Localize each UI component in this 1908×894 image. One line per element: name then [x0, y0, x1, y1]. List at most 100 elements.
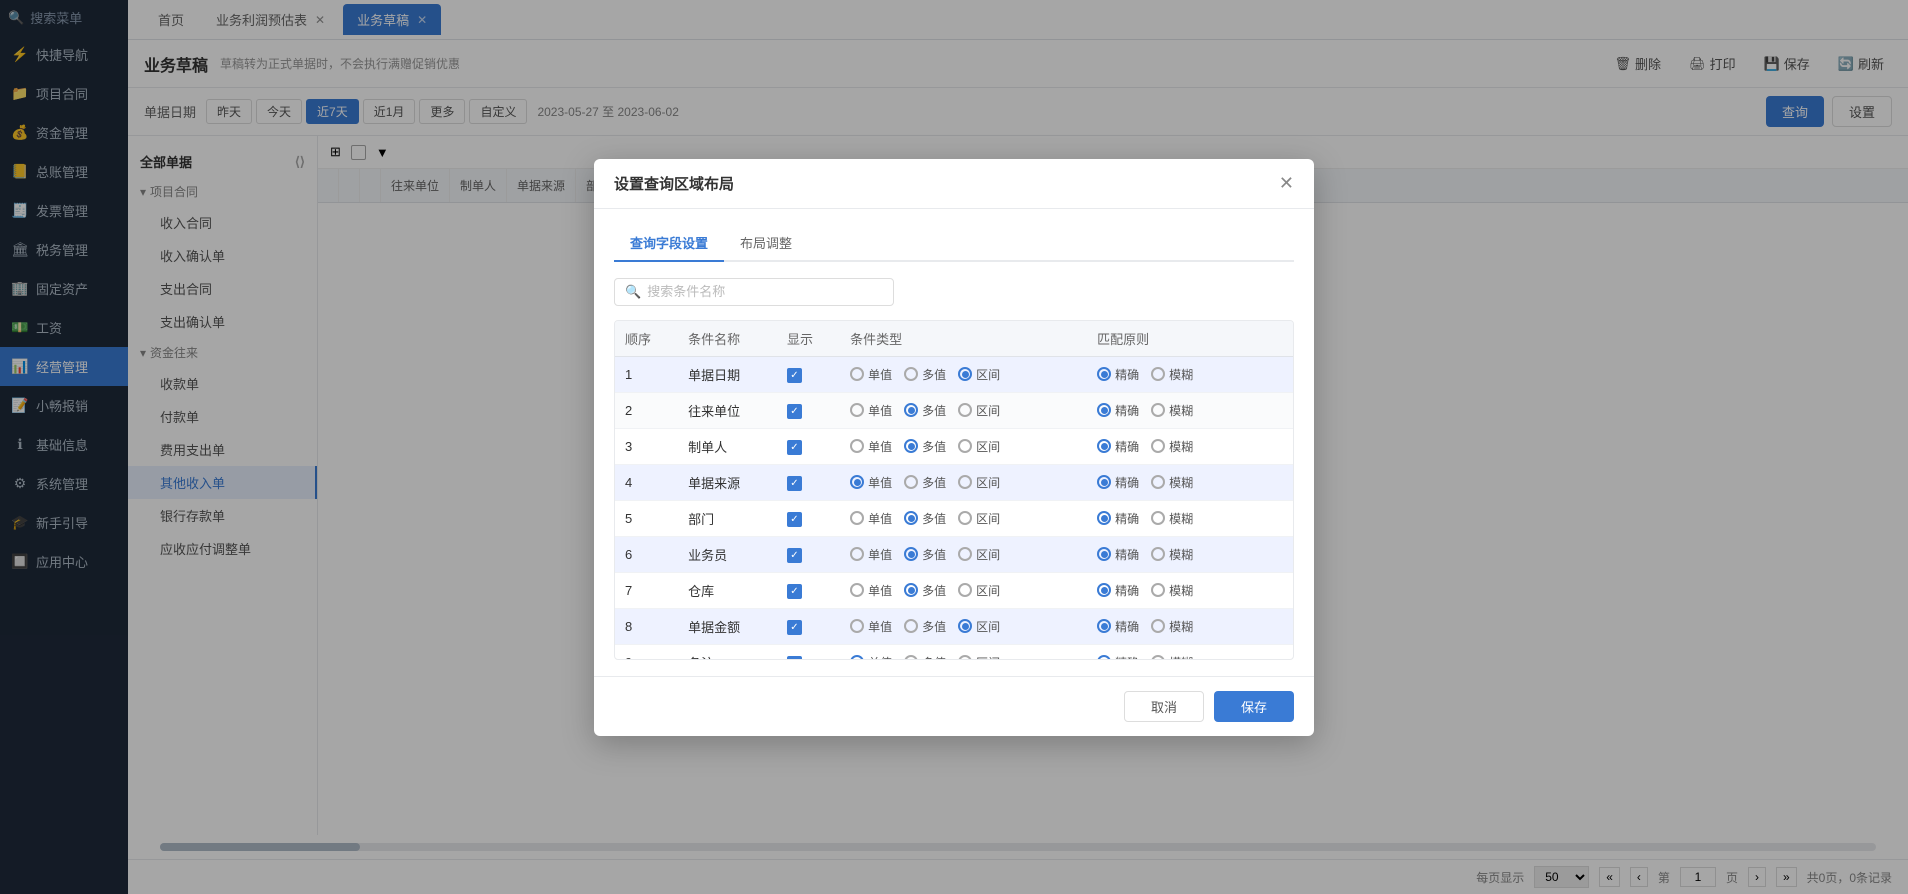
row-show-checkbox[interactable]: ✓	[787, 440, 802, 455]
radio-match-模糊[interactable]: 模糊	[1151, 366, 1193, 383]
modal-table-row: 4单据来源 ✓ 单值多值区间 精确模糊	[615, 464, 1293, 500]
radio-type-多值[interactable]: 多值	[904, 474, 946, 491]
radio-match-精确[interactable]: 精确	[1097, 366, 1139, 383]
radio-match-精确[interactable]: 精确	[1097, 510, 1139, 527]
row-show-cell: ✓	[777, 608, 840, 644]
radio-type-多值[interactable]: 多值	[904, 582, 946, 599]
row-match-cell: 精确模糊	[1087, 356, 1293, 392]
row-type-cell: 单值多值区间	[840, 608, 1087, 644]
row-condition-name: 备注	[678, 644, 777, 660]
radio-type-区间[interactable]: 区间	[958, 474, 1000, 491]
radio-type-区间[interactable]: 区间	[958, 510, 1000, 527]
row-type-cell: 单值多值区间	[840, 428, 1087, 464]
modal-save-button[interactable]: 保存	[1214, 691, 1294, 722]
row-order: 6	[615, 536, 678, 572]
radio-type-单值[interactable]: 单值	[850, 582, 892, 599]
row-show-checkbox[interactable]: ✓	[787, 512, 802, 527]
modal-th-显示: 显示	[777, 321, 840, 357]
modal-table-row: 2往来单位✓单值多值区间精确模糊	[615, 392, 1293, 428]
modal-close-button[interactable]: ✕	[1279, 174, 1294, 192]
row-show-checkbox[interactable]: ✓	[787, 368, 802, 383]
row-match-cell: 精确模糊	[1087, 500, 1293, 536]
modal-tab-layout[interactable]: 布局调整	[724, 225, 808, 262]
modal-table-row: 3制单人✓单值多值区间精确模糊	[615, 428, 1293, 464]
row-match-cell: 精确模糊	[1087, 464, 1293, 500]
radio-type-单值[interactable]: 单值	[850, 654, 892, 660]
radio-type-多值[interactable]: 多值	[904, 654, 946, 660]
radio-match-精确[interactable]: 精确	[1097, 438, 1139, 455]
modal-cancel-button[interactable]: 取消	[1124, 691, 1204, 722]
row-show-cell: ✓	[777, 464, 840, 500]
row-show-cell: ✓	[777, 644, 840, 660]
radio-type-单值[interactable]: 单值	[850, 366, 892, 383]
radio-match-模糊[interactable]: 模糊	[1151, 474, 1193, 491]
modal-footer: 取消 保存	[594, 676, 1314, 736]
radio-match-模糊[interactable]: 模糊	[1151, 546, 1193, 563]
row-condition-name: 单据日期	[678, 356, 777, 392]
radio-type-多值[interactable]: 多值	[904, 438, 946, 455]
radio-match-模糊[interactable]: 模糊	[1151, 618, 1193, 635]
modal-tabs: 查询字段设置布局调整	[614, 225, 1294, 262]
radio-match-精确[interactable]: 精确	[1097, 546, 1139, 563]
row-order: 4	[615, 464, 678, 500]
row-condition-name: 单据来源	[678, 464, 777, 500]
radio-type-区间[interactable]: 区间	[958, 654, 1000, 660]
row-show-cell: ✓	[777, 500, 840, 536]
radio-type-多值[interactable]: 多值	[904, 402, 946, 419]
radio-type-区间[interactable]: 区间	[958, 402, 1000, 419]
row-order: 2	[615, 392, 678, 428]
row-show-checkbox[interactable]: ✓	[787, 548, 802, 563]
row-show-checkbox[interactable]: ✓	[787, 584, 802, 599]
radio-match-模糊[interactable]: 模糊	[1151, 438, 1193, 455]
row-condition-name: 仓库	[678, 572, 777, 608]
row-show-checkbox[interactable]: ✓	[787, 656, 802, 660]
radio-type-区间[interactable]: 区间	[958, 438, 1000, 455]
row-condition-name: 业务员	[678, 536, 777, 572]
modal-table-row: 7仓库✓单值多值区间精确模糊	[615, 572, 1293, 608]
modal-search-input[interactable]	[647, 284, 867, 299]
modal-tab-fields[interactable]: 查询字段设置	[614, 225, 724, 262]
radio-type-区间[interactable]: 区间	[958, 546, 1000, 563]
radio-type-区间[interactable]: 区间	[958, 366, 1000, 383]
radio-match-精确[interactable]: 精确	[1097, 402, 1139, 419]
row-show-checkbox[interactable]: ✓	[787, 620, 802, 635]
row-show-checkbox[interactable]: ✓	[787, 476, 802, 491]
modal-dialog: 设置查询区域布局 ✕ 查询字段设置布局调整 🔍 顺序条件名称显示条件类型匹配原则	[594, 159, 1314, 736]
modal-th-条件类型: 条件类型	[840, 321, 1087, 357]
row-condition-name: 往来单位	[678, 392, 777, 428]
row-type-cell: 单值 多值 区间	[840, 644, 1087, 660]
row-show-checkbox[interactable]: ✓	[787, 404, 802, 419]
modal-search-icon: 🔍	[625, 284, 641, 300]
radio-type-多值[interactable]: 多值	[904, 546, 946, 563]
row-match-cell: 精确模糊	[1087, 536, 1293, 572]
modal-th-匹配原则: 匹配原则	[1087, 321, 1293, 357]
radio-type-单值[interactable]: 单值	[850, 438, 892, 455]
radio-type-多值[interactable]: 多值	[904, 510, 946, 527]
radio-type-单值[interactable]: 单值	[850, 474, 892, 491]
radio-type-单值[interactable]: 单值	[850, 402, 892, 419]
row-order: 1	[615, 356, 678, 392]
radio-match-精确[interactable]: 精确	[1097, 582, 1139, 599]
radio-type-单值[interactable]: 单值	[850, 510, 892, 527]
radio-type-区间[interactable]: 区间	[958, 582, 1000, 599]
row-order: 5	[615, 500, 678, 536]
radio-match-模糊[interactable]: 模糊	[1151, 510, 1193, 527]
radio-type-多值[interactable]: 多值	[904, 366, 946, 383]
radio-match-模糊[interactable]: 模糊	[1151, 654, 1193, 660]
row-condition-name: 部门	[678, 500, 777, 536]
radio-type-单值[interactable]: 单值	[850, 546, 892, 563]
radio-type-多值[interactable]: 多值	[904, 618, 946, 635]
radio-match-精确[interactable]: 精确	[1097, 474, 1139, 491]
radio-type-单值[interactable]: 单值	[850, 618, 892, 635]
radio-match-精确[interactable]: 精确	[1097, 654, 1139, 660]
radio-type-区间[interactable]: 区间	[958, 618, 1000, 635]
radio-match-模糊[interactable]: 模糊	[1151, 402, 1193, 419]
modal-table-row: 8单据金额✓单值多值区间精确模糊	[615, 608, 1293, 644]
radio-match-精确[interactable]: 精确	[1097, 618, 1139, 635]
row-match-cell: 精确 模糊	[1087, 644, 1293, 660]
row-type-cell: 单值多值区间	[840, 392, 1087, 428]
row-condition-name: 制单人	[678, 428, 777, 464]
modal-table-row: 6业务员 ✓ 单值多值区间 精确模糊	[615, 536, 1293, 572]
radio-match-模糊[interactable]: 模糊	[1151, 582, 1193, 599]
row-show-cell: ✓	[777, 572, 840, 608]
